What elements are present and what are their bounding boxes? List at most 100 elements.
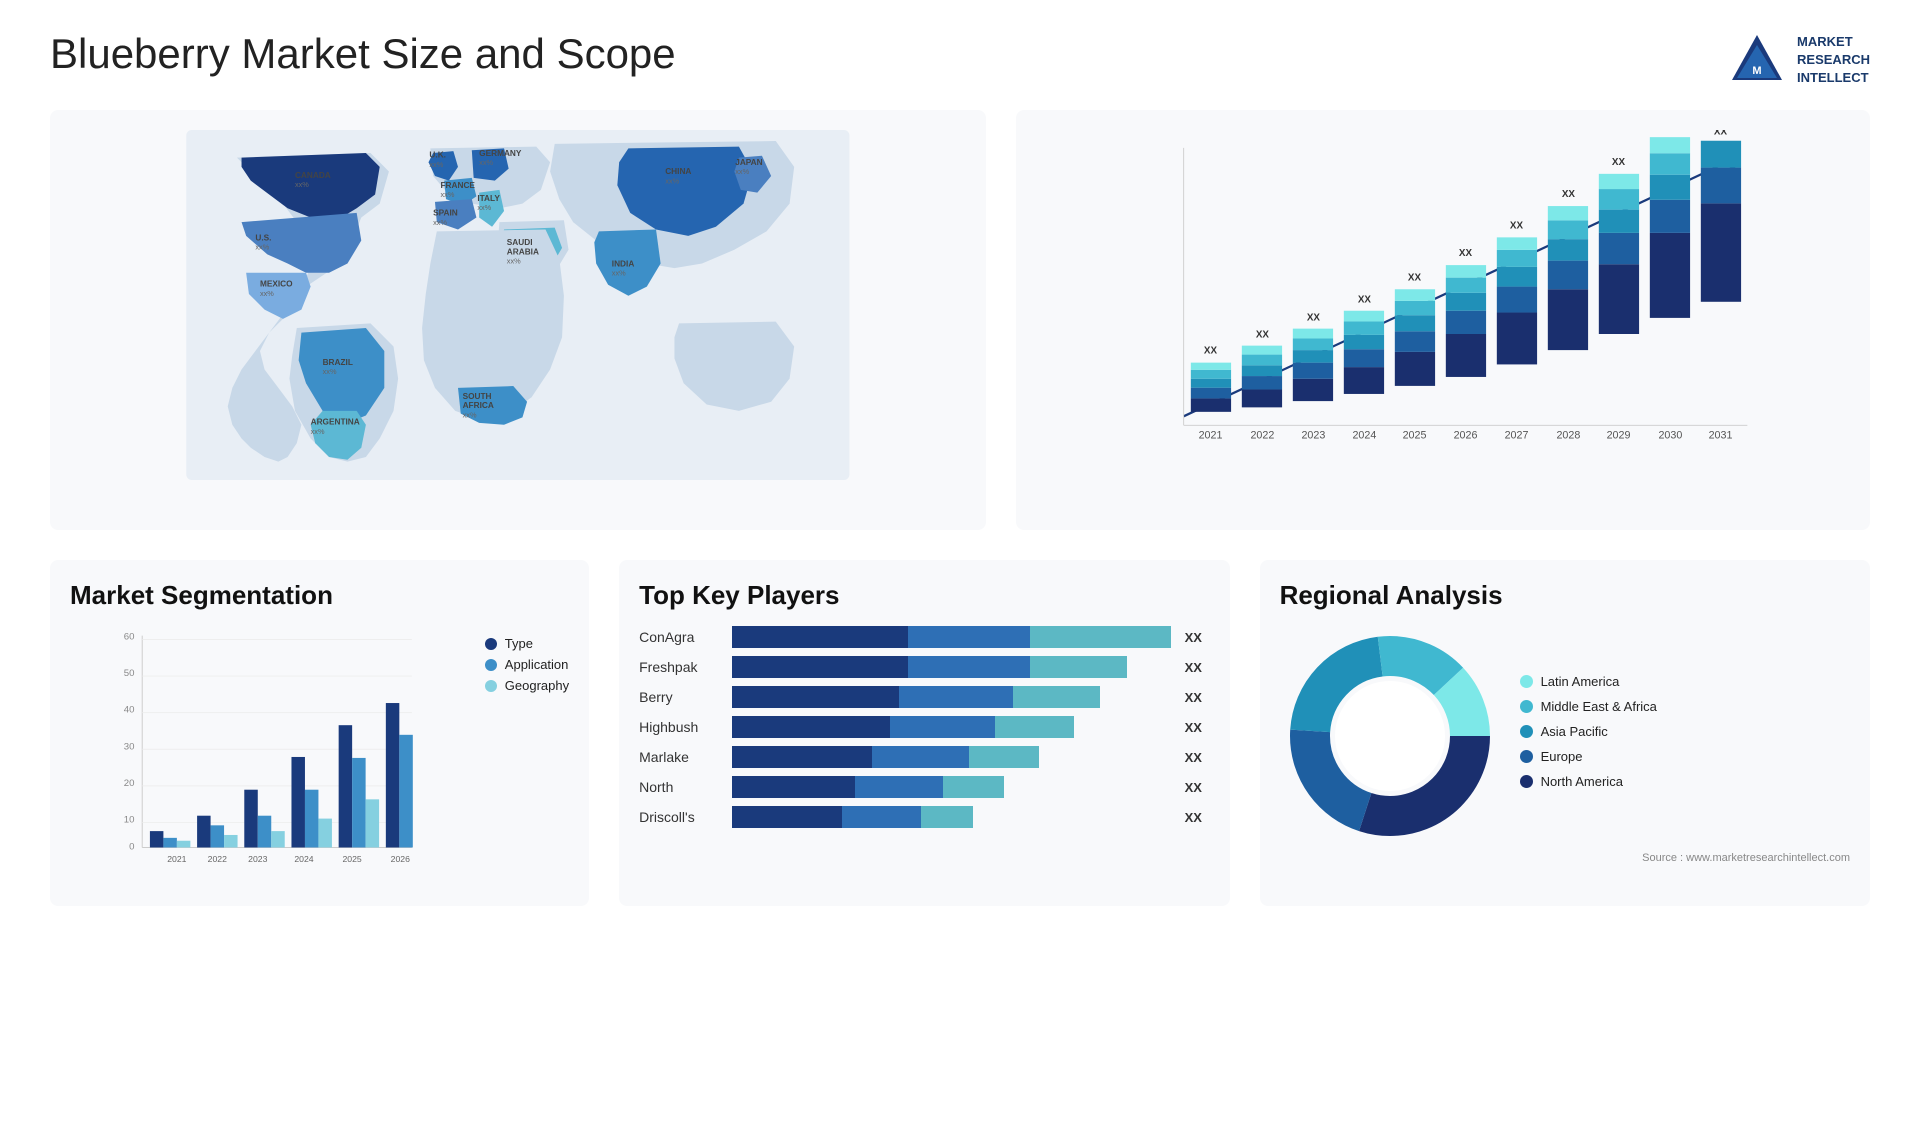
svg-text:AFRICA: AFRICA xyxy=(463,401,494,410)
svg-text:2022: 2022 xyxy=(1250,430,1274,442)
player-bar-north xyxy=(732,776,1170,798)
donut-chart-svg xyxy=(1280,626,1500,846)
svg-text:XX: XX xyxy=(1459,248,1473,259)
svg-text:XX: XX xyxy=(1562,189,1576,200)
player-row-north: North XX xyxy=(639,776,1209,798)
svg-text:ITALY: ITALY xyxy=(477,194,500,203)
svg-text:xx%: xx% xyxy=(260,289,274,298)
player-row-conagra: ConAgra XX xyxy=(639,626,1209,648)
svg-text:SOUTH: SOUTH xyxy=(463,392,492,401)
segmentation-chart-svg: 60 50 40 30 20 10 0 2021 xyxy=(70,626,465,886)
regional-container: Regional Analysis Latin America xyxy=(1260,560,1870,906)
svg-text:XX: XX xyxy=(1612,157,1626,168)
svg-text:2025: 2025 xyxy=(1402,430,1426,442)
svg-text:2023: 2023 xyxy=(1301,430,1325,442)
svg-text:xx%: xx% xyxy=(479,158,493,167)
player-bar-highbush xyxy=(732,716,1170,738)
svg-text:30: 30 xyxy=(124,741,135,752)
player-bar-driscoll xyxy=(732,806,1170,828)
segmentation-content: 60 50 40 30 20 10 0 2021 xyxy=(70,626,569,886)
world-map-container: CANADA xx% U.S. xx% MEXICO xx% BRAZIL xx… xyxy=(50,110,986,530)
svg-text:xx%: xx% xyxy=(255,243,269,252)
svg-text:2026: 2026 xyxy=(1453,430,1477,442)
svg-text:ARABIA: ARABIA xyxy=(507,247,539,256)
player-row-freshpak: Freshpak XX xyxy=(639,656,1209,678)
player-bar-freshpak xyxy=(732,656,1170,678)
svg-text:xx%: xx% xyxy=(735,167,749,176)
logo: M MARKET RESEARCH INTELLECT xyxy=(1727,30,1870,90)
player-row-highbush: Highbush XX xyxy=(639,716,1209,738)
player-val-driscoll: XX xyxy=(1185,810,1210,825)
player-bar-berry xyxy=(732,686,1170,708)
svg-text:2029: 2029 xyxy=(1606,430,1630,442)
svg-text:CANADA: CANADA xyxy=(295,171,331,180)
legend-type: Type xyxy=(485,636,569,651)
svg-text:xx%: xx% xyxy=(433,218,447,227)
svg-text:XX: XX xyxy=(1510,220,1524,231)
svg-text:2031: 2031 xyxy=(1708,430,1732,442)
svg-text:xx%: xx% xyxy=(323,367,337,376)
svg-text:XX: XX xyxy=(1204,346,1218,357)
svg-text:xx%: xx% xyxy=(477,203,491,212)
svg-text:0: 0 xyxy=(129,841,134,852)
legend-application: Application xyxy=(485,657,569,672)
svg-text:MEXICO: MEXICO xyxy=(260,280,293,289)
svg-text:xx%: xx% xyxy=(463,410,477,419)
player-name-freshpak: Freshpak xyxy=(639,659,724,675)
svg-text:BRAZIL: BRAZIL xyxy=(323,358,353,367)
segmentation-container: Market Segmentation 60 50 40 30 20 10 0 xyxy=(50,560,589,906)
source-text: Source : www.marketresearchintellect.com xyxy=(1280,852,1850,864)
player-bar-marlake xyxy=(732,746,1170,768)
svg-text:ARGENTINA: ARGENTINA xyxy=(311,418,360,427)
regional-legend: Latin America Middle East & Africa Asia … xyxy=(1520,674,1657,799)
svg-text:M: M xyxy=(1752,65,1761,77)
legend-europe: Europe xyxy=(1520,749,1657,764)
type-dot xyxy=(485,638,497,650)
geography-label: Geography xyxy=(505,678,569,693)
player-name-conagra: ConAgra xyxy=(639,629,724,645)
middle-east-label: Middle East & Africa xyxy=(1541,699,1657,714)
svg-text:JAPAN: JAPAN xyxy=(735,158,762,167)
svg-text:2022: 2022 xyxy=(208,854,227,864)
segmentation-title: Market Segmentation xyxy=(70,580,569,611)
svg-text:xx%: xx% xyxy=(440,190,454,199)
svg-text:xx%: xx% xyxy=(612,269,626,278)
regional-title: Regional Analysis xyxy=(1280,580,1850,611)
svg-text:2023: 2023 xyxy=(248,854,267,864)
svg-text:20: 20 xyxy=(124,778,135,789)
svg-text:XX: XX xyxy=(1358,295,1372,306)
player-name-marlake: Marlake xyxy=(639,749,724,765)
player-name-highbush: Highbush xyxy=(639,719,724,735)
svg-text:2021: 2021 xyxy=(1198,430,1222,442)
svg-text:2028: 2028 xyxy=(1556,430,1580,442)
legend-north-america: North America xyxy=(1520,774,1657,789)
svg-text:xx%: xx% xyxy=(665,176,679,185)
svg-text:U.S.: U.S. xyxy=(255,234,271,243)
north-america-dot xyxy=(1520,775,1533,788)
europe-label: Europe xyxy=(1541,749,1583,764)
key-players-container: Top Key Players ConAgra XX Freshpak XX B… xyxy=(619,560,1229,906)
svg-text:2025: 2025 xyxy=(343,854,362,864)
svg-text:SPAIN: SPAIN xyxy=(433,209,458,218)
svg-text:40: 40 xyxy=(124,705,135,716)
player-name-driscoll: Driscoll's xyxy=(639,809,724,825)
player-bar-conagra xyxy=(732,626,1170,648)
svg-text:INDIA: INDIA xyxy=(612,259,635,268)
svg-text:XX: XX xyxy=(1256,330,1270,341)
svg-text:xx%: xx% xyxy=(507,257,521,266)
player-row-berry: Berry XX xyxy=(639,686,1209,708)
bottom-section: Market Segmentation 60 50 40 30 20 10 0 xyxy=(50,560,1870,906)
growth-chart-container: XX 2021 XX 2022 XX 2023 XX 20 xyxy=(1016,110,1870,530)
asia-pacific-dot xyxy=(1520,725,1533,738)
legend-middle-east: Middle East & Africa xyxy=(1520,699,1657,714)
svg-text:2021: 2021 xyxy=(167,854,186,864)
type-label: Type xyxy=(505,636,533,651)
svg-text:2027: 2027 xyxy=(1504,430,1528,442)
logo-text: MARKET RESEARCH INTELLECT xyxy=(1797,33,1870,88)
svg-text:XX: XX xyxy=(1307,313,1321,324)
player-row-marlake: Marlake XX xyxy=(639,746,1209,768)
growth-chart-svg: XX 2021 XX 2022 XX 2023 XX 20 xyxy=(1036,130,1850,470)
player-name-berry: Berry xyxy=(639,689,724,705)
svg-text:GERMANY: GERMANY xyxy=(479,149,522,158)
page-header: Blueberry Market Size and Scope M MARKET… xyxy=(50,30,1870,90)
